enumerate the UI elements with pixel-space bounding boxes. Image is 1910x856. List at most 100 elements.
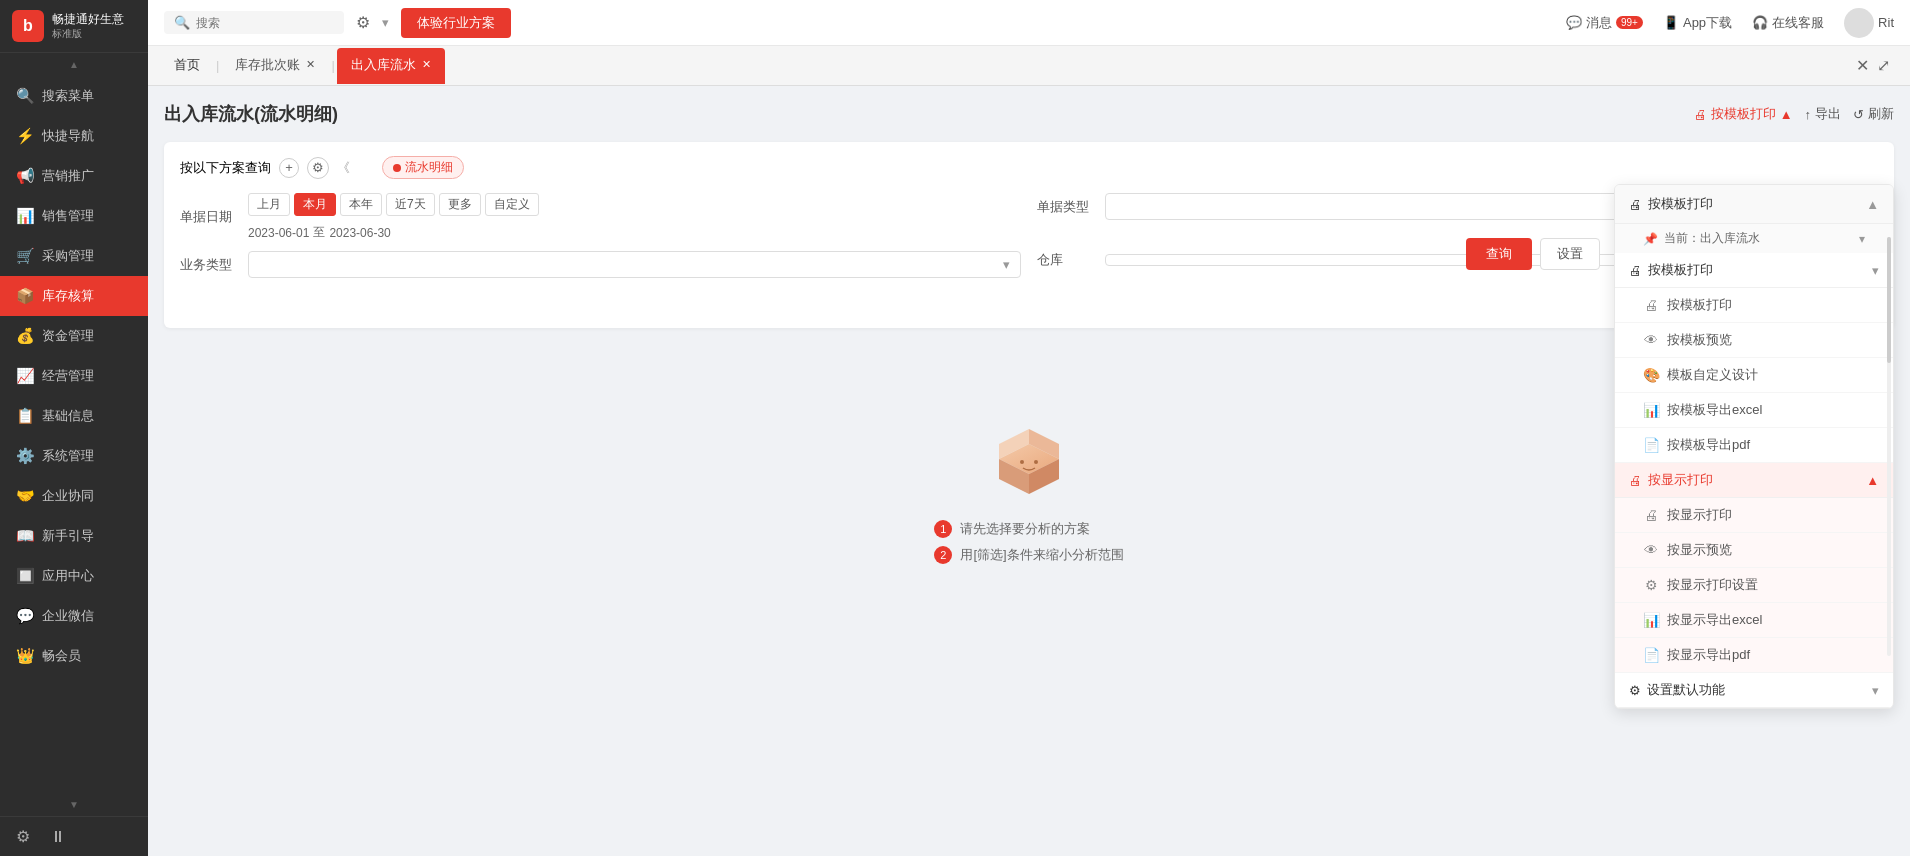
display-print-item-icon: 🖨 (1643, 507, 1659, 523)
display-print-section-title: 🖨 按显示打印 (1629, 471, 1713, 489)
sidebar-item-finance[interactable]: 💰资金管理 (0, 316, 148, 356)
pdf-item-icon: 📄 (1643, 437, 1659, 453)
dropdown-item-template-custom[interactable]: 🎨 模板自定义设计 (1615, 358, 1893, 393)
dropdown-item-display-preview[interactable]: 👁 按显示预览 (1615, 533, 1893, 568)
date-prev-month[interactable]: 上月 (248, 193, 290, 216)
sidebar-item-apps[interactable]: 🔲应用中心 (0, 556, 148, 596)
settings-bottom-icon[interactable]: ⚙ (16, 827, 30, 846)
sidebar-scroll-down[interactable]: ▼ (69, 797, 79, 812)
dropdown-scrollbar[interactable] (1887, 237, 1891, 655)
printer-header-icon: 🖨 (1629, 197, 1642, 212)
date-range-sep: 至 (313, 224, 325, 241)
online-service-button[interactable]: 🎧 在线客服 (1752, 14, 1824, 32)
member-icon: 👑 (16, 647, 34, 665)
template-print-section-header[interactable]: 🖨 按模板打印 ▾ (1615, 253, 1893, 288)
filter-collapse-icon[interactable]: 《 (337, 159, 350, 177)
topbar-chevron-icon[interactable]: ▾ (382, 15, 389, 30)
dropdown-item-template-preview[interactable]: 👁 按模板预览 (1615, 323, 1893, 358)
display-pdf-icon: 📄 (1643, 647, 1659, 663)
sidebar-logo: b 畅捷通好生意 标准版 (0, 0, 148, 53)
current-chevron-icon: ▾ (1859, 232, 1865, 246)
set-default-section-header[interactable]: ⚙ 设置默认功能 ▾ (1615, 673, 1893, 708)
display-section-chevron: ▲ (1866, 473, 1879, 488)
template-print-items: 🖨 按模板打印 👁 按模板预览 🎨 模板自定义设计 📊 按模板导出excel 📄 (1615, 288, 1893, 463)
sidebar-item-system[interactable]: ⚙️系统管理 (0, 436, 148, 476)
date-curr-year[interactable]: 本年 (340, 193, 382, 216)
sidebar-item-quicknav[interactable]: ⚡快捷导航 (0, 116, 148, 156)
filter-settings-button[interactable]: ⚙ (307, 157, 329, 179)
filter-section-title: 按以下方案查询 (180, 159, 271, 177)
close-window-button[interactable]: ✕ (1856, 56, 1869, 75)
dropdown-item-template-pdf[interactable]: 📄 按模板导出pdf (1615, 428, 1893, 463)
date-range-end: 2023-06-30 (329, 226, 390, 240)
display-print-section-header[interactable]: 🖨 按显示打印 ▲ (1615, 463, 1893, 498)
sidebar-item-inventory[interactable]: 📦库存核算 (0, 276, 148, 316)
dropdown-item-display-settings[interactable]: ⚙ 按显示打印设置 (1615, 568, 1893, 603)
dropdown-close-icon[interactable]: ▲ (1866, 197, 1879, 212)
export-button[interactable]: ↑ 导出 (1805, 105, 1842, 123)
sidebar-item-guide[interactable]: 📖新手引导 (0, 516, 148, 556)
settings-button[interactable]: 设置 (1540, 238, 1600, 270)
dropdown-item-display-print[interactable]: 🖨 按显示打印 (1615, 498, 1893, 533)
brand-name: 畅捷通好生意 (52, 12, 124, 28)
sidebar-item-member[interactable]: 👑畅会员 (0, 636, 148, 676)
sidebar-bottom: ⚙ ⏸ (0, 816, 148, 856)
dropdown-item-template-print[interactable]: 🖨 按模板打印 (1615, 288, 1893, 323)
sidebar-item-marketing[interactable]: 📢营销推广 (0, 156, 148, 196)
display-settings-icon: ⚙ (1643, 577, 1659, 593)
date-last7[interactable]: 近7天 (386, 193, 435, 216)
refresh-button[interactable]: ↺ 刷新 (1853, 105, 1894, 123)
display-print-icon: 🖨 (1629, 473, 1642, 488)
app-download-button[interactable]: 📱 App下载 (1663, 14, 1732, 32)
topbar: 🔍 ⚙ ▾ 体验行业方案 💬 消息 99+ 📱 App下载 🎧 在线客服 Rit (148, 0, 1910, 46)
date-custom[interactable]: 自定义 (485, 193, 539, 216)
print-template-dropdown[interactable]: 🖨 按模板打印 ▲ (1694, 105, 1793, 123)
user-avatar-area[interactable]: Rit (1844, 8, 1894, 38)
biz-type-chevron: ▾ (1003, 257, 1010, 272)
tab-inout-flow-close[interactable]: ✕ (422, 58, 431, 71)
dropdown-item-display-pdf[interactable]: 📄 按显示导出pdf (1615, 638, 1893, 673)
display-excel-icon: 📊 (1643, 612, 1659, 628)
sidebar-scroll-up[interactable]: ▲ (69, 57, 79, 72)
excel-item-icon: 📊 (1643, 402, 1659, 418)
biz-type-select[interactable]: ▾ (248, 251, 1021, 278)
sidebar-nav: 🔍搜索菜单 ⚡快捷导航 📢营销推广 📊销售管理 🛒采购管理 📦库存核算 💰资金管… (0, 76, 148, 793)
finance-icon: 💰 (16, 327, 34, 345)
sidebar-item-wechat[interactable]: 💬企业微信 (0, 596, 148, 636)
sidebar-item-basic[interactable]: 📋基础信息 (0, 396, 148, 436)
topbar-search-box[interactable]: 🔍 (164, 11, 344, 34)
warehouse-label: 仓库 (1037, 251, 1097, 269)
sidebar-item-sales[interactable]: 📊销售管理 (0, 196, 148, 236)
topbar-gear-icon[interactable]: ⚙ (356, 13, 370, 32)
chevron-up-icon: ▲ (1780, 107, 1793, 122)
industry-solution-button[interactable]: 体验行业方案 (401, 8, 511, 38)
tab-inventory-batch-close[interactable]: ✕ (306, 58, 315, 71)
filter-header: 按以下方案查询 + ⚙ 《 流水明细 (180, 156, 1878, 179)
empty-step-2-label: 用[筛选]条件来缩小分析范围 (960, 546, 1123, 564)
page-main: 出入库流水(流水明细) 🖨 按模板打印 ▲ ↑ 导出 ↺ 刷新 (148, 86, 1910, 856)
date-more[interactable]: 更多 (439, 193, 481, 216)
dropdown-item-display-excel[interactable]: 📊 按显示导出excel (1615, 603, 1893, 638)
query-button[interactable]: 查询 (1466, 238, 1532, 270)
tab-inout-flow[interactable]: 出入库流水 ✕ (337, 48, 445, 84)
template-print-icon: 🖨 (1629, 263, 1642, 278)
tab-home[interactable]: 首页 (160, 48, 214, 84)
current-indicator-icon: 📌 (1643, 232, 1658, 246)
tab-inventory-batch[interactable]: 库存批次账 ✕ (221, 48, 329, 84)
filter-scheme-tag[interactable]: 流水明细 (382, 156, 464, 179)
date-filter-label: 单据日期 (180, 208, 240, 226)
dropdown-item-template-excel[interactable]: 📊 按模板导出excel (1615, 393, 1893, 428)
message-badge: 99+ (1616, 16, 1643, 29)
sidebar-item-purchase[interactable]: 🛒采购管理 (0, 236, 148, 276)
sidebar-item-search[interactable]: 🔍搜索菜单 (0, 76, 148, 116)
sidebar: b 畅捷通好生意 标准版 ▲ 🔍搜索菜单 ⚡快捷导航 📢营销推广 📊销售管理 🛒… (0, 0, 148, 856)
maximize-window-button[interactable]: ⤢ (1877, 56, 1890, 75)
message-button[interactable]: 💬 消息 99+ (1566, 14, 1643, 32)
collapse-sidebar-icon[interactable]: ⏸ (50, 828, 66, 846)
sidebar-item-operation[interactable]: 📈经营管理 (0, 356, 148, 396)
set-default-section-title: ⚙ 设置默认功能 (1629, 681, 1725, 699)
sidebar-item-company[interactable]: 🤝企业协同 (0, 476, 148, 516)
date-curr-month[interactable]: 本月 (294, 193, 336, 216)
filter-add-button[interactable]: + (279, 158, 299, 178)
search-input[interactable] (196, 16, 316, 30)
